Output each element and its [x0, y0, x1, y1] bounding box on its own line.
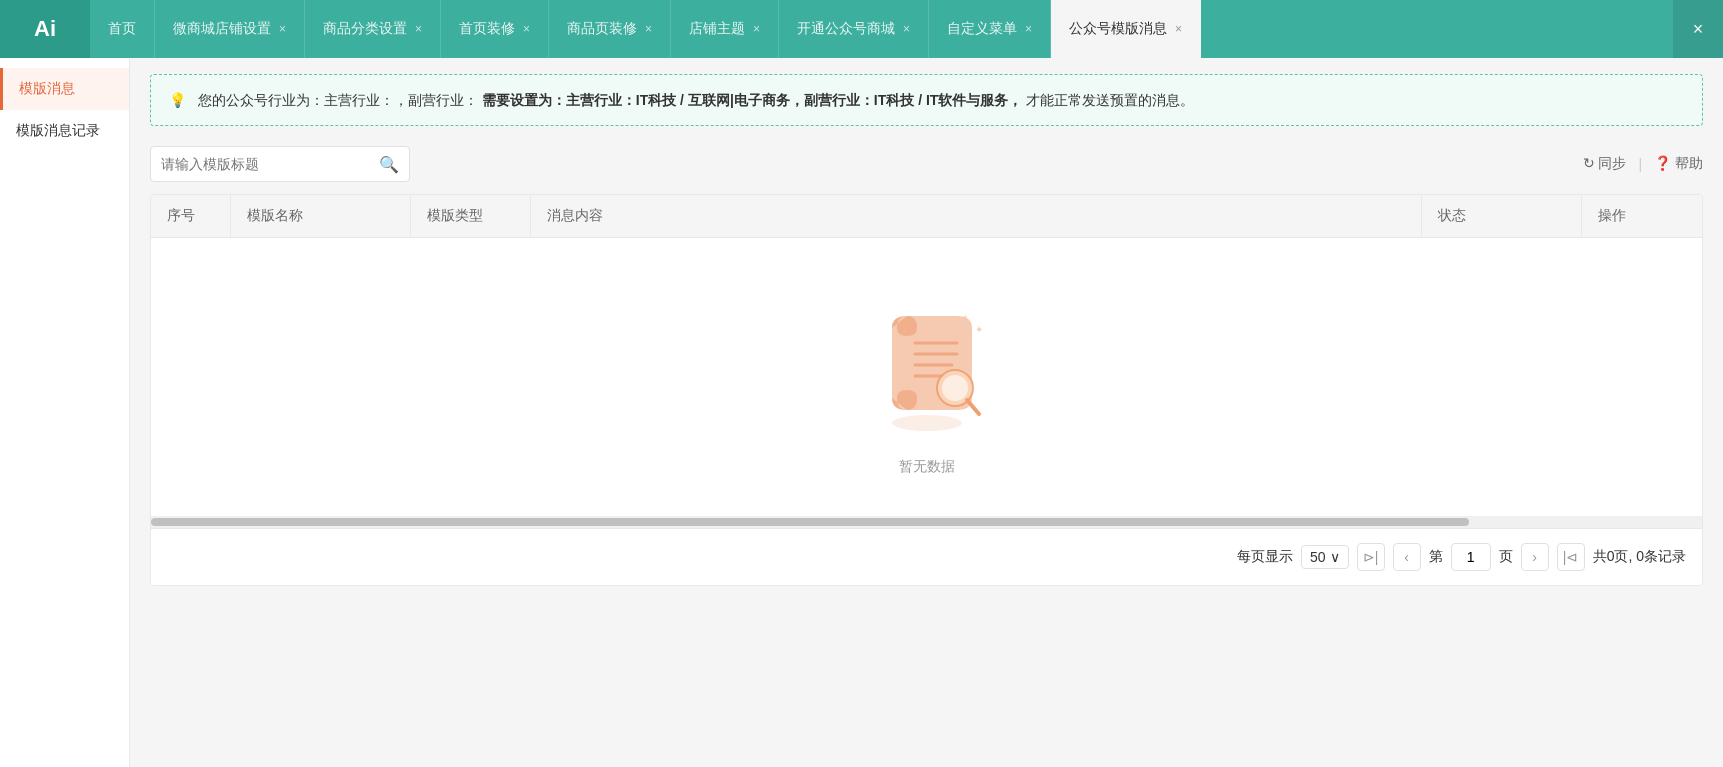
table-header-1: 模版名称 [231, 195, 411, 237]
svg-text:✦: ✦ [975, 324, 983, 335]
first-page-button[interactable]: ⊳| [1357, 543, 1385, 571]
nav-tab-close-5[interactable]: × [753, 22, 760, 36]
table-header-4: 状态 [1422, 195, 1582, 237]
help-icon: ❓ [1654, 155, 1671, 171]
nav-tab-8[interactable]: 公众号模版消息× [1051, 0, 1201, 58]
nav-tabs: 首页微商城店铺设置×商品分类设置×首页装修×商品页装修×店铺主题×开通公众号商城… [90, 0, 1673, 58]
alert-prefix: 您的公众号行业为：主营行业：，副营行业： [198, 92, 478, 108]
logo: Ai [0, 0, 90, 58]
empty-illustration: ✦ ✦ [857, 298, 997, 438]
next-page-button[interactable]: › [1521, 543, 1549, 571]
horizontal-scrollbar[interactable] [151, 516, 1702, 528]
table-header-5: 操作 [1582, 195, 1702, 237]
alert-icon: 💡 [169, 92, 186, 108]
search-input[interactable] [161, 156, 379, 172]
chevron-down-icon: ∨ [1330, 549, 1340, 565]
nav-tab-3[interactable]: 首页装修× [441, 0, 549, 58]
alert-suffix: 才能正常发送预置的消息。 [1026, 92, 1194, 108]
alert-banner: 💡 您的公众号行业为：主营行业：，副营行业： 需要设置为：主营行业：IT科技 /… [150, 74, 1703, 126]
nav-tab-close-7[interactable]: × [1025, 22, 1032, 36]
empty-text: 暂无数据 [899, 458, 955, 476]
logo-text: Ai [34, 16, 56, 42]
page-size-select[interactable]: 50 ∨ [1301, 545, 1349, 569]
svg-point-0 [892, 415, 962, 431]
help-button[interactable]: ❓ 帮助 [1654, 155, 1703, 173]
nav-tab-6[interactable]: 开通公众号商城× [779, 0, 929, 58]
page-label-post: 页 [1499, 548, 1513, 566]
global-close-button[interactable]: × [1673, 0, 1723, 58]
sync-button[interactable]: ↻ 同步 [1583, 155, 1627, 173]
data-table: 序号模版名称模版类型消息内容状态操作 [150, 194, 1703, 586]
top-nav: Ai 首页微商城店铺设置×商品分类设置×首页装修×商品页装修×店铺主题×开通公众… [0, 0, 1723, 58]
search-input-wrap[interactable]: 🔍 [150, 146, 410, 182]
sidebar: 模版消息模版消息记录 [0, 58, 130, 767]
search-actions: ↻ 同步 | ❓ 帮助 [1583, 155, 1703, 173]
table-header-0: 序号 [151, 195, 231, 237]
nav-tab-7[interactable]: 自定义菜单× [929, 0, 1051, 58]
nav-tab-2[interactable]: 商品分类设置× [305, 0, 441, 58]
table-header-3: 消息内容 [531, 195, 1422, 237]
table-header: 序号模版名称模版类型消息内容状态操作 [151, 195, 1702, 238]
help-label: 帮助 [1675, 155, 1703, 171]
sync-label: 同步 [1598, 155, 1626, 171]
nav-tab-close-8[interactable]: × [1175, 22, 1182, 36]
last-page-button[interactable]: |⊲ [1557, 543, 1585, 571]
prev-page-button[interactable]: ‹ [1393, 543, 1421, 571]
nav-tab-close-6[interactable]: × [903, 22, 910, 36]
svg-line-7 [967, 400, 979, 414]
main-layout: 模版消息模版消息记录 💡 您的公众号行业为：主营行业：，副营行业： 需要设置为：… [0, 58, 1723, 767]
nav-tab-5[interactable]: 店铺主题× [671, 0, 779, 58]
nav-tab-4[interactable]: 商品页装修× [549, 0, 671, 58]
page-size-label: 每页显示 [1237, 548, 1293, 566]
nav-tab-close-2[interactable]: × [415, 22, 422, 36]
content-area: 💡 您的公众号行业为：主营行业：，副营行业： 需要设置为：主营行业：IT科技 /… [130, 58, 1723, 767]
page-number-input[interactable] [1451, 543, 1491, 571]
svg-point-6 [942, 375, 968, 401]
svg-text:✦: ✦ [962, 313, 969, 322]
sync-icon: ↻ [1583, 155, 1595, 171]
empty-state: ✦ ✦ 暂无数据 [151, 238, 1702, 516]
scrollbar-thumb[interactable] [151, 518, 1469, 526]
nav-tab-close-3[interactable]: × [523, 22, 530, 36]
nav-tab-close-4[interactable]: × [645, 22, 652, 36]
alert-highlight: 需要设置为：主营行业：IT科技 / 互联网|电子商务，副营行业：IT科技 / I… [482, 92, 1023, 108]
total-label: 共0页, 0条记录 [1593, 548, 1686, 566]
sidebar-item-1[interactable]: 模版消息记录 [0, 110, 129, 152]
search-icon[interactable]: 🔍 [379, 155, 399, 174]
nav-tab-1[interactable]: 微商城店铺设置× [155, 0, 305, 58]
sidebar-item-0[interactable]: 模版消息 [0, 68, 129, 110]
divider: | [1638, 156, 1642, 172]
nav-tab-close-1[interactable]: × [279, 22, 286, 36]
table-header-2: 模版类型 [411, 195, 531, 237]
nav-tab-0[interactable]: 首页 [90, 0, 155, 58]
page-size-value: 50 [1310, 549, 1326, 565]
pagination: 每页显示 50 ∨ ⊳| ‹ 第 页 › |⊲ 共0页, 0条记录 [151, 528, 1702, 585]
search-bar: 🔍 ↻ 同步 | ❓ 帮助 [150, 146, 1703, 182]
page-label-pre: 第 [1429, 548, 1443, 566]
